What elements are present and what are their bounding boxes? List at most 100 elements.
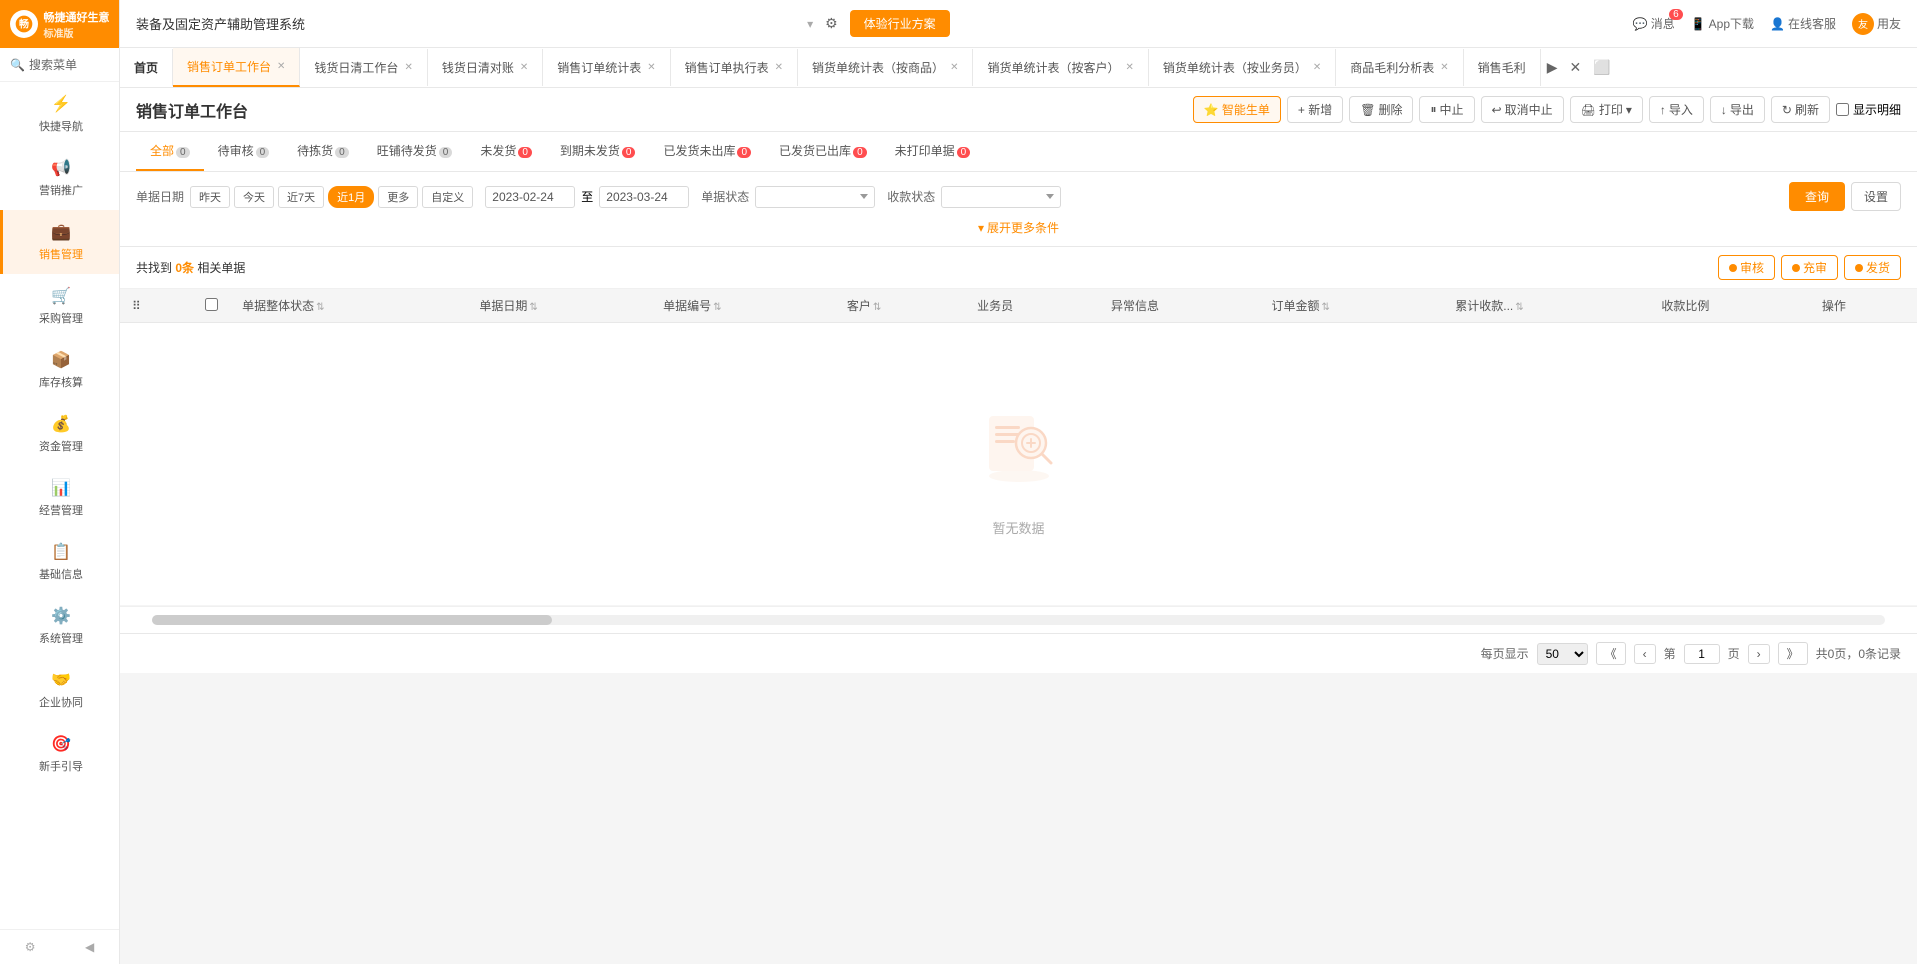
tab-close-icon[interactable]: ✕ <box>520 62 528 73</box>
message-icon-item[interactable]: 💬 消息 6 <box>1633 15 1675 32</box>
status-select[interactable] <box>755 186 875 208</box>
dropdown-arrow-icon[interactable]: ▾ <box>807 17 813 31</box>
export-button[interactable]: ↓ 导出 <box>1710 96 1765 123</box>
setting-button[interactable]: 设置 <box>1851 182 1901 211</box>
date-to-input[interactable] <box>599 186 689 208</box>
tab-close-all-btn[interactable]: ✕ <box>1563 59 1587 76</box>
select-all-checkbox[interactable] <box>205 298 218 311</box>
tab-cash-daily[interactable]: 钱货日清工作台 ✕ <box>300 49 427 86</box>
tab-sales-exec[interactable]: 销售订单执行表 ✕ <box>671 49 798 86</box>
gear-settings-icon[interactable]: ⚙ <box>825 15 838 32</box>
tab-sales-summary-customer[interactable]: 销货单统计表（按客户） ✕ <box>973 49 1148 86</box>
app-download-item[interactable]: 📱 App下载 <box>1691 15 1754 32</box>
date-btn-1month[interactable]: 近1月 <box>328 186 374 208</box>
col-checkbox <box>193 289 230 323</box>
sidebar-search-item[interactable]: 🔍 搜索菜单 <box>0 48 119 82</box>
filter-tab-pending-review[interactable]: 待审核0 <box>204 132 284 171</box>
scroll-thumb[interactable] <box>152 615 552 625</box>
first-page-btn[interactable]: 《 <box>1596 642 1626 665</box>
add-button[interactable]: + 新增 <box>1287 96 1343 123</box>
payment-select[interactable] <box>941 186 1061 208</box>
svg-text:畅: 畅 <box>19 17 29 30</box>
tab-close-icon[interactable]: ✕ <box>775 62 783 73</box>
sidebar-item-quick-nav[interactable]: ⚡ 快捷导航 <box>0 82 119 146</box>
tab-sales-summary-product[interactable]: 销货单统计表（按商品） ✕ <box>798 49 973 86</box>
tab-nav-forward-btn[interactable]: ▶ <box>1541 59 1564 76</box>
date-btn-today[interactable]: 今天 <box>234 186 274 208</box>
tab-sales-summary-staff[interactable]: 销货单统计表（按业务员） ✕ <box>1149 49 1336 86</box>
tab-cash-reconcile[interactable]: 钱货日清对账 ✕ <box>428 49 543 86</box>
per-page-select[interactable]: 10 20 50 100 <box>1537 643 1588 665</box>
tab-sales-stats[interactable]: 销售订单统计表 ✕ <box>543 49 670 86</box>
col-customer: 客户⇅ <box>835 289 965 323</box>
tab-close-icon[interactable]: ✕ <box>1313 62 1321 73</box>
date-btn-custom[interactable]: 自定义 <box>422 186 473 208</box>
sort-collected-icon[interactable]: ⇅ <box>1515 302 1523 313</box>
tab-close-icon[interactable]: ✕ <box>647 62 655 73</box>
filter-tab-all[interactable]: 全部0 <box>136 132 204 171</box>
print-button[interactable]: 🖨 打印 ▾ <box>1570 96 1643 123</box>
expand-conditions-btn[interactable]: ▾ 展开更多条件 <box>978 219 1059 236</box>
logo-icon: 畅 <box>10 10 38 38</box>
stop-button[interactable]: ⏸ 中止 <box>1419 96 1474 123</box>
filter-tab-pending-inspect[interactable]: 待拣货0 <box>283 132 363 171</box>
settings-icon[interactable]: ⚙ <box>25 940 36 954</box>
filter-tab-shipped-out[interactable]: 已发货已出库0 <box>765 132 881 171</box>
date-btn-7days[interactable]: 近7天 <box>278 186 324 208</box>
online-service-item[interactable]: 👤 在线客服 <box>1770 15 1836 32</box>
sort-date-icon[interactable]: ⇅ <box>529 302 537 313</box>
show-detail-checkbox[interactable] <box>1836 103 1849 116</box>
sidebar-item-finance[interactable]: 💰 资金管理 <box>0 402 119 466</box>
tab-close-icon[interactable]: ✕ <box>277 61 285 72</box>
tab-product-margin[interactable]: 商品毛利分析表 ✕ <box>1336 49 1463 86</box>
sidebar-item-purchase[interactable]: 🛒 采购管理 <box>0 274 119 338</box>
sort-status-icon[interactable]: ⇅ <box>316 302 324 313</box>
query-button[interactable]: 查询 <box>1789 182 1845 211</box>
delete-button[interactable]: 🗑 删除 <box>1349 96 1413 123</box>
show-detail-label[interactable]: 显示明细 <box>1836 101 1901 118</box>
sidebar-item-sales[interactable]: 💼 销售管理 <box>0 210 119 274</box>
tab-close-icon[interactable]: ✕ <box>404 62 412 73</box>
last-page-btn[interactable]: 》 <box>1778 642 1808 665</box>
cancel-stop-button[interactable]: ↩ 取消中止 <box>1481 96 1564 123</box>
refresh-button[interactable]: ↻ 刷新 <box>1771 96 1830 123</box>
sort-customer-icon[interactable]: ⇅ <box>873 302 881 313</box>
filter-tab-wangpu[interactable]: 旺铺待发货0 <box>363 132 467 171</box>
sidebar-item-operation[interactable]: 📊 经营管理 <box>0 466 119 530</box>
sidebar-item-label: 资金管理 <box>39 438 83 454</box>
tab-maximize-btn[interactable]: ⬜ <box>1587 59 1616 76</box>
collapse-icon[interactable]: ◀ <box>85 940 94 954</box>
user-item[interactable]: 友 用友 <box>1852 13 1901 35</box>
sort-amount-icon[interactable]: ⇅ <box>1322 302 1330 313</box>
header-icons: 💬 消息 6 📱 App下载 👤 在线客服 友 用友 <box>1633 13 1901 35</box>
import-button[interactable]: ↑ 导入 <box>1649 96 1704 123</box>
cancel-review-button[interactable]: 充审 <box>1781 255 1838 280</box>
trial-button[interactable]: 体验行业方案 <box>850 10 950 37</box>
sidebar-item-base[interactable]: 📋 基础信息 <box>0 530 119 594</box>
prev-page-btn[interactable]: ‹ <box>1634 644 1656 664</box>
tab-close-icon[interactable]: ✕ <box>950 62 958 73</box>
ship-button[interactable]: 发货 <box>1844 255 1901 280</box>
review-button[interactable]: 审核 <box>1718 255 1775 280</box>
sidebar-item-system[interactable]: ⚙️ 系统管理 <box>0 594 119 658</box>
sidebar-item-enterprise[interactable]: 🤝 企业协同 <box>0 658 119 722</box>
sidebar-item-inventory[interactable]: 📦 库存核算 <box>0 338 119 402</box>
smart-create-button[interactable]: ⭐ 智能生单 <box>1193 96 1281 123</box>
sidebar-item-guide[interactable]: 🎯 新手引导 <box>0 722 119 786</box>
tab-close-icon[interactable]: ✕ <box>1125 62 1133 73</box>
sidebar-item-marketing[interactable]: 📢 营销推广 <box>0 146 119 210</box>
page-input[interactable] <box>1684 644 1720 664</box>
filter-tab-shipped-not-out[interactable]: 已发货未出库0 <box>649 132 765 171</box>
date-btn-yesterday[interactable]: 昨天 <box>190 186 230 208</box>
filter-tab-not-shipped[interactable]: 未发货0 <box>466 132 546 171</box>
date-from-input[interactable] <box>485 186 575 208</box>
filter-tab-overdue-not-shipped[interactable]: 到期未发货0 <box>546 132 650 171</box>
tab-home[interactable]: 首页 <box>120 49 173 86</box>
tab-sales-profit[interactable]: 销售毛利 <box>1464 49 1541 86</box>
tab-close-icon[interactable]: ✕ <box>1440 62 1448 73</box>
next-page-btn[interactable]: › <box>1748 644 1770 664</box>
sort-number-icon[interactable]: ⇅ <box>713 302 721 313</box>
date-btn-more[interactable]: 更多 <box>378 186 418 208</box>
filter-tab-not-printed[interactable]: 未打印单据0 <box>881 132 985 171</box>
tab-sales-workbench[interactable]: 销售订单工作台 ✕ <box>173 48 300 87</box>
